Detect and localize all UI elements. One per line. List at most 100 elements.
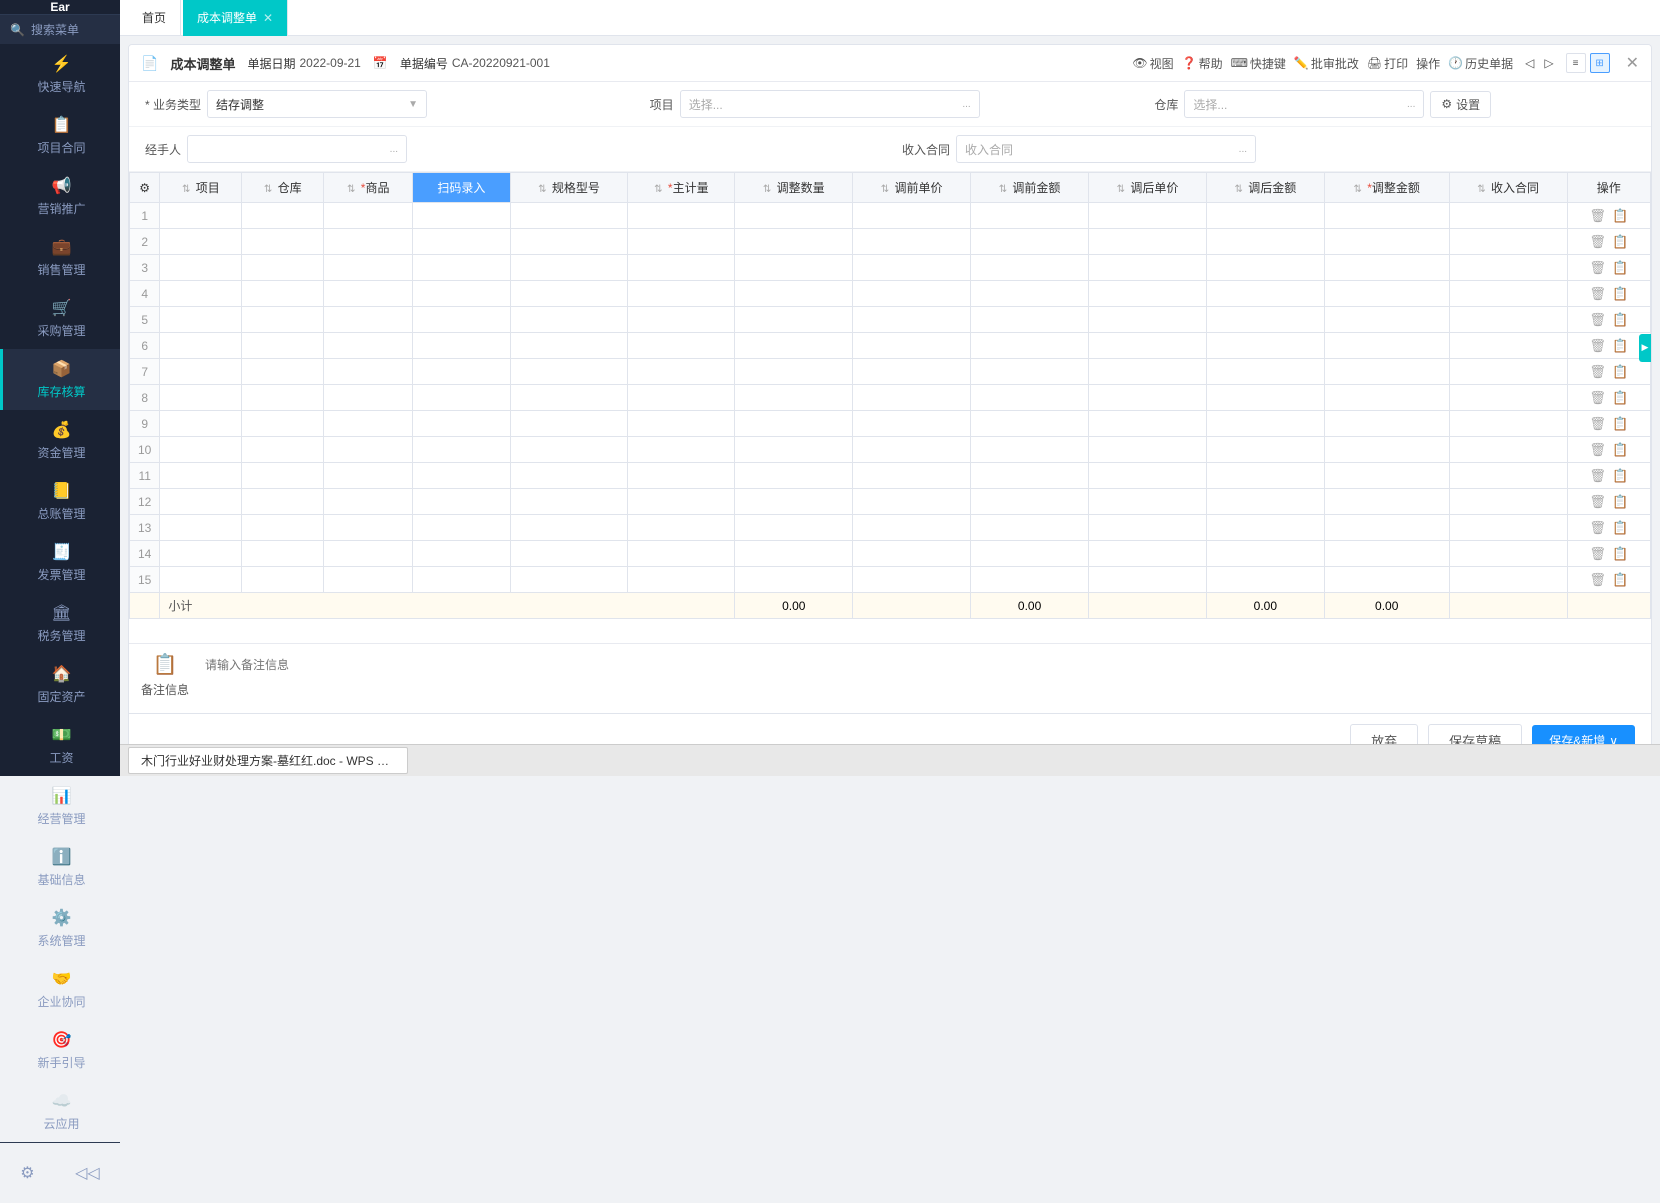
- collapse-button[interactable]: ◁◁: [63, 1151, 112, 1195]
- income-contract-label: 收入合同: [902, 141, 950, 158]
- sidebar-item-new-guide[interactable]: 🎯 新手引导: [0, 1020, 120, 1081]
- content-area: 📄 成本调整单 单据日期 2022-09-21 📅 单据编号 CA-202209…: [128, 44, 1652, 768]
- subtotal-label: 小计: [160, 593, 735, 619]
- sidebar-item-enterprise[interactable]: 🤝 企业协同: [0, 959, 120, 1020]
- delete-row-icon[interactable]: 🗑: [1589, 390, 1606, 406]
- delete-row-icon[interactable]: 🗑: [1589, 234, 1606, 250]
- copy-row-icon[interactable]: 📋: [1612, 208, 1628, 224]
- col-settings[interactable]: ⚙: [130, 173, 160, 203]
- sidebar-item-tax-mgmt[interactable]: 🏛 税务管理: [0, 593, 120, 654]
- table-settings-icon[interactable]: ⚙: [139, 181, 150, 195]
- table-row: 6🗑📋: [130, 333, 1651, 359]
- copy-row-icon[interactable]: 📋: [1612, 468, 1628, 484]
- sidebar-item-quick-nav[interactable]: ⚡ 快速导航: [0, 44, 120, 105]
- sidebar-item-fixed-assets[interactable]: 🏠 固定资产: [0, 654, 120, 715]
- delete-row-icon[interactable]: 🗑: [1589, 260, 1606, 276]
- operate-action[interactable]: 操作: [1416, 55, 1440, 72]
- copy-row-icon[interactable]: 📋: [1612, 260, 1628, 276]
- sidebar-item-sales-promo[interactable]: 📢 营销推广: [0, 166, 120, 227]
- delete-row-icon[interactable]: 🗑: [1589, 208, 1606, 224]
- sidebar-item-basic-info[interactable]: ℹ️ 基础信息: [0, 837, 120, 898]
- col-action: 操作: [1567, 173, 1650, 203]
- basic-info-icon: ℹ️: [52, 847, 72, 867]
- sidebar-item-sales-mgmt[interactable]: 💼 销售管理: [0, 227, 120, 288]
- delete-row-icon[interactable]: 🗑: [1589, 468, 1606, 484]
- sidebar-item-ops-mgmt[interactable]: 📊 经营管理: [0, 776, 120, 837]
- delete-row-icon[interactable]: 🗑: [1589, 572, 1606, 588]
- sidebar-item-invoice-mgmt[interactable]: 🧾 发票管理: [0, 532, 120, 593]
- delete-row-icon[interactable]: 🗑: [1589, 442, 1606, 458]
- taskbar: 木门行业好业财处理方案-墓红红.doc - WPS Office: [120, 744, 1660, 776]
- delete-row-icon[interactable]: 🗑: [1589, 520, 1606, 536]
- help-action[interactable]: ❓ 帮助: [1182, 55, 1223, 72]
- layout-split-button[interactable]: ⊞: [1590, 53, 1610, 73]
- history-action[interactable]: 🕐 历史单据: [1448, 55, 1513, 72]
- project-input[interactable]: 选择... ...: [680, 90, 980, 118]
- sidebar-bottom: ⚙ ◁◁: [0, 1142, 120, 1203]
- copy-row-icon[interactable]: 📋: [1612, 520, 1628, 536]
- nav-next-button[interactable]: ▷: [1540, 54, 1557, 72]
- subtotal-prev-amount: 0.00: [971, 593, 1089, 619]
- table-row: 8🗑📋: [130, 385, 1651, 411]
- copy-row-icon[interactable]: 📋: [1612, 416, 1628, 432]
- delete-row-icon[interactable]: 🗑: [1589, 364, 1606, 380]
- layout-list-button[interactable]: ≡: [1566, 53, 1586, 73]
- batch-edit-action[interactable]: ✏️ 批审批改: [1294, 55, 1359, 72]
- tab-home[interactable]: 首页: [128, 0, 181, 36]
- enterprise-icon: 🤝: [52, 969, 72, 989]
- settings-button[interactable]: ⚙ 设置: [1430, 91, 1491, 118]
- delete-row-icon[interactable]: 🗑: [1589, 338, 1606, 354]
- sidebar: Ear 🔍 搜索菜单 ⚡ 快速导航 📋 项目合同 📢 营销推广 💼 销售管理 🛒…: [0, 0, 120, 776]
- copy-row-icon[interactable]: 📋: [1612, 390, 1628, 406]
- print-action[interactable]: 🖨 打印: [1367, 55, 1408, 72]
- table-row: 9🗑📋: [130, 411, 1651, 437]
- history-icon: 🕐: [1448, 56, 1463, 70]
- copy-row-icon[interactable]: 📋: [1612, 234, 1628, 250]
- copy-row-icon[interactable]: 📋: [1612, 572, 1628, 588]
- sidebar-search[interactable]: 🔍 搜索菜单: [0, 15, 120, 44]
- delete-row-icon[interactable]: 🗑: [1589, 494, 1606, 510]
- copy-row-icon[interactable]: 📋: [1612, 338, 1628, 354]
- delete-row-icon[interactable]: 🗑: [1589, 546, 1606, 562]
- tab-cost-adjust[interactable]: 成本调整单 ✕: [183, 0, 288, 36]
- copy-row-icon[interactable]: 📋: [1612, 494, 1628, 510]
- view-action[interactable]: 👁 视图: [1132, 55, 1173, 72]
- income-contract-field: 收入合同 收入合同 ...: [902, 135, 1635, 163]
- copy-row-icon[interactable]: 📋: [1612, 546, 1628, 562]
- shortcut-action[interactable]: ⌨ 快捷键: [1231, 55, 1286, 72]
- batch-edit-icon: ✏️: [1294, 56, 1309, 70]
- copy-row-icon[interactable]: 📋: [1612, 364, 1628, 380]
- sidebar-item-ledger-mgmt[interactable]: 📒 总账管理: [0, 471, 120, 532]
- copy-row-icon[interactable]: 📋: [1612, 286, 1628, 302]
- delete-row-icon[interactable]: 🗑: [1589, 312, 1606, 328]
- warehouse-input[interactable]: 选择... ...: [1184, 90, 1424, 118]
- table-row: 14🗑📋: [130, 541, 1651, 567]
- delete-row-icon[interactable]: 🗑: [1589, 286, 1606, 302]
- notes-input[interactable]: [201, 652, 1639, 688]
- sidebar-item-system-mgmt[interactable]: ⚙️ 系统管理: [0, 898, 120, 959]
- sidebar-item-payroll[interactable]: 💵 工资: [0, 715, 120, 776]
- copy-row-icon[interactable]: 📋: [1612, 312, 1628, 328]
- taskbar-item[interactable]: 木门行业好业财处理方案-墓红红.doc - WPS Office: [128, 747, 408, 774]
- col-scan[interactable]: 扫码录入: [413, 173, 510, 203]
- project-label: 项目: [650, 96, 674, 113]
- business-type-input[interactable]: 结存调整 ▼: [207, 90, 427, 118]
- table-row: 4🗑📋: [130, 281, 1651, 307]
- tab-close-icon[interactable]: ✕: [263, 11, 273, 25]
- sidebar-item-inventory[interactable]: 📦 库存核算: [0, 349, 120, 410]
- quick-nav-icon: ⚡: [52, 54, 72, 74]
- right-edge-tab[interactable]: ▶: [1639, 334, 1651, 362]
- sidebar-item-purchase-mgmt[interactable]: 🛒 采购管理: [0, 288, 120, 349]
- data-table: ⚙ ⇅ 项目 ⇅ 仓库 ⇅ *商品: [129, 172, 1651, 619]
- notes-icon-area[interactable]: 📋 备注信息: [141, 652, 189, 698]
- sidebar-item-capital-mgmt[interactable]: 💰 资金管理: [0, 410, 120, 471]
- delete-row-icon[interactable]: 🗑: [1589, 416, 1606, 432]
- settings-button[interactable]: ⚙: [8, 1151, 46, 1195]
- sidebar-item-cloud-apps[interactable]: ☁️ 云应用: [0, 1081, 120, 1142]
- sidebar-item-project-contract[interactable]: 📋 项目合同: [0, 105, 120, 166]
- income-contract-input[interactable]: 收入合同 ...: [956, 135, 1256, 163]
- handler-input[interactable]: ...: [187, 135, 407, 163]
- nav-prev-button[interactable]: ◁: [1521, 54, 1538, 72]
- window-close-button[interactable]: ✕: [1626, 53, 1639, 73]
- copy-row-icon[interactable]: 📋: [1612, 442, 1628, 458]
